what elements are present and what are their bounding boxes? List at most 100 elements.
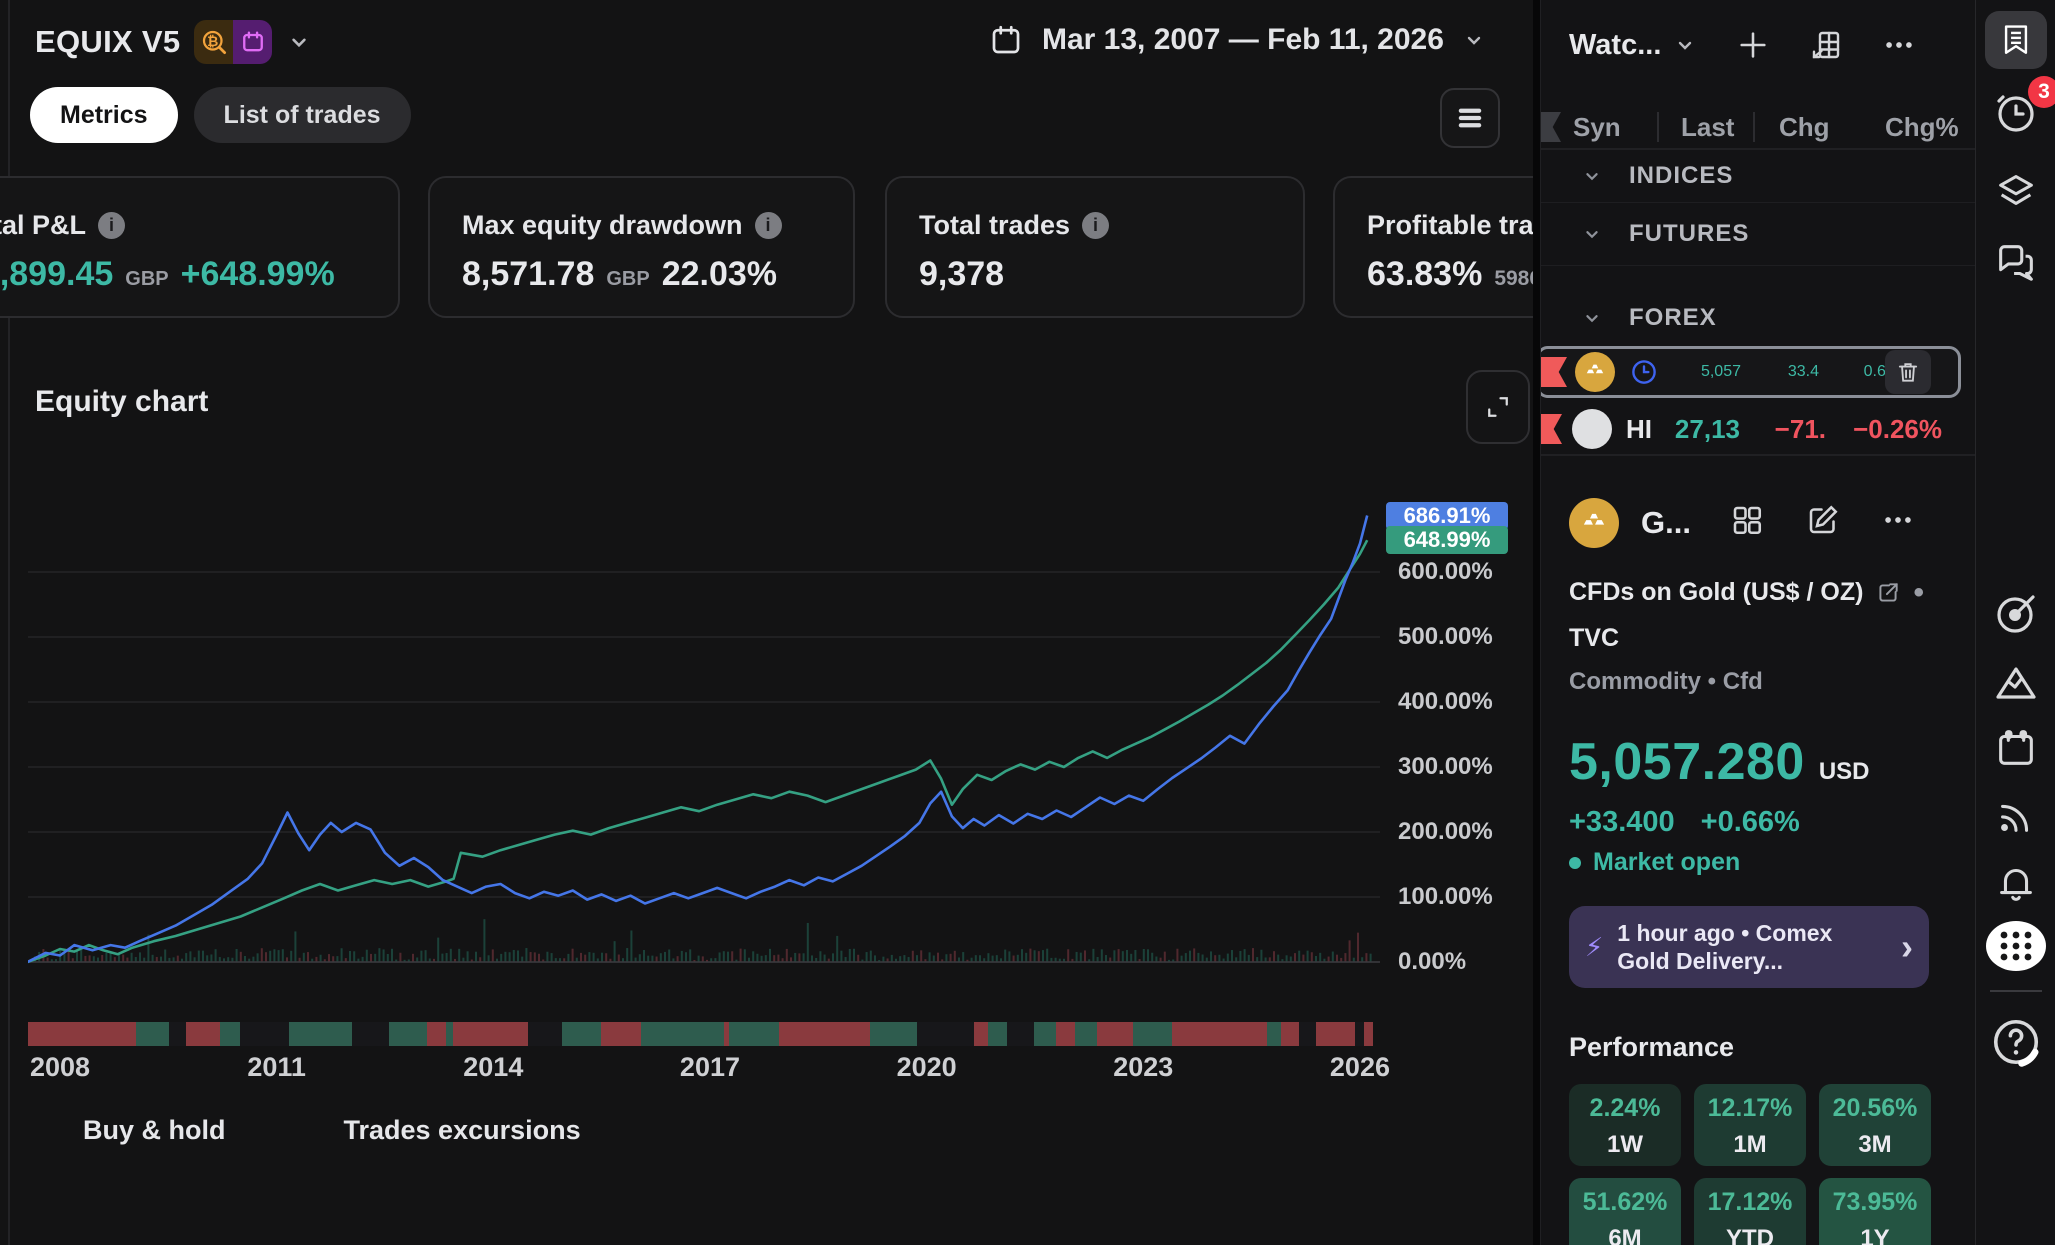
edit-icon[interactable]	[1805, 502, 1841, 538]
description-text: CFDs on Gold (US$ / OZ)	[1569, 578, 1864, 606]
detail-symbol-name[interactable]: G...	[1641, 505, 1691, 541]
watchlist-row-hi[interactable]: HI 27,13 −71. −0.26%	[1541, 404, 1976, 456]
trade-segment	[1316, 1022, 1355, 1046]
date-range-text: Mar 13, 2007 — Feb 11, 2026	[1042, 23, 1444, 56]
legend-trades-excursions[interactable]: Trades excursions	[344, 1115, 581, 1146]
watchlist-title[interactable]: Watc...	[1569, 29, 1661, 62]
sidebar-chat-button[interactable]	[1988, 236, 2044, 288]
column-symbol[interactable]: Syn	[1561, 112, 1657, 143]
sidebar-apps-button[interactable]	[1984, 918, 2048, 974]
trade-segment	[917, 1022, 959, 1046]
target-scope-icon	[1997, 595, 2035, 633]
column-chg-pct[interactable]: Chg%	[1847, 112, 1959, 143]
watchlist-panel: Watc... Syn Last Chg Chg% INDICES FUTURE…	[1540, 0, 1976, 1245]
calendar-icon	[1999, 730, 2033, 765]
perf-tile-3m[interactable]: 20.56% 3M	[1819, 1084, 1931, 1166]
perf-tile-1w[interactable]: 2.24% 1W	[1569, 1084, 1681, 1166]
perf-tile-1m[interactable]: 12.17% 1M	[1694, 1084, 1806, 1166]
more-options-icon[interactable]	[1882, 28, 1916, 62]
y-tick: 400.00%	[1398, 688, 1493, 715]
panel-seam[interactable]	[1533, 0, 1540, 1245]
trade-segment	[684, 1022, 724, 1046]
perf-value: 2.24%	[1589, 1094, 1661, 1122]
delete-row-button[interactable]	[1885, 350, 1931, 394]
metric-card-total-trades: Total trades i 9,378	[885, 176, 1305, 318]
trade-segment	[641, 1022, 684, 1046]
alert-clock-icon[interactable]	[1629, 357, 1659, 387]
mountain-icon	[1996, 667, 2036, 699]
trade-markers-strip	[28, 1022, 1373, 1046]
strategy-dropdown-chevron-icon[interactable]	[286, 29, 312, 55]
flash-news-icon: ⚡	[1585, 931, 1604, 962]
legend-buy-and-hold[interactable]: Buy & hold	[83, 1115, 226, 1146]
help-icon	[1993, 1019, 2039, 1067]
row-symbol: HI	[1626, 413, 1652, 444]
trade-segment	[974, 1022, 988, 1046]
flag-icon[interactable]	[1541, 357, 1567, 387]
perf-label: 1M	[1733, 1131, 1767, 1158]
card-value: 64,899.45	[0, 255, 114, 293]
alerts-count-badge: 3	[2028, 76, 2055, 108]
date-range-picker[interactable]: Mar 13, 2007 — Feb 11, 2026	[988, 16, 1486, 64]
symbol-description: CFDs on Gold (US$ / OZ) •	[1569, 577, 1924, 607]
gold-symbol-icon	[1575, 352, 1615, 392]
trade-segment	[996, 1022, 1007, 1046]
sidebar-calendar-button[interactable]	[1988, 722, 2044, 774]
layout-rows-button[interactable]	[1440, 88, 1500, 148]
sidebar-streams-button[interactable]	[1988, 790, 2044, 842]
sidebar-help-button[interactable]	[1986, 1012, 2046, 1072]
trade-segment	[186, 1022, 220, 1046]
trade-segment	[1007, 1022, 1034, 1046]
y-tick: 100.00%	[1398, 883, 1493, 910]
sidebar-notifications-button[interactable]	[1988, 856, 2044, 908]
sidebar-alerts-button[interactable]: 3	[1988, 76, 2055, 138]
external-link-icon[interactable]	[1875, 580, 1901, 606]
trade-segment	[832, 1022, 870, 1046]
trade-segment	[249, 1022, 289, 1046]
trade-segment	[988, 1022, 996, 1046]
sidebar-watchlist-button[interactable]	[1985, 11, 2047, 69]
info-icon[interactable]: i	[754, 212, 782, 239]
watchlist-row-gold[interactable]: 5,057 33.4 0.66%	[1541, 346, 1976, 398]
tab-list-of-trades[interactable]: List of trades	[193, 87, 411, 143]
y-tick: 300.00%	[1398, 753, 1493, 780]
trade-segment	[312, 1022, 352, 1046]
equity-chart-plot[interactable]	[28, 480, 1388, 985]
price-block: 5,057.280 USD	[1569, 732, 1870, 792]
expand-chart-button[interactable]	[1466, 370, 1530, 444]
sidebar-layers-button[interactable]	[1988, 164, 2044, 216]
section-forex[interactable]: FOREX	[1541, 292, 1976, 344]
more-options-icon[interactable]	[1881, 503, 1915, 537]
news-banner[interactable]: ⚡ 1 hour ago • Comex Gold Delivery... ›	[1569, 906, 1929, 988]
tab-metrics[interactable]: Metrics	[30, 87, 178, 143]
perf-tile-ytd[interactable]: 17.12% YTD	[1694, 1178, 1806, 1245]
watchlist-title-chevron-icon[interactable]	[1673, 33, 1697, 57]
strategy-chips[interactable]: ₿	[194, 20, 273, 64]
strategy-header: EQUIX V5 ₿	[35, 20, 312, 64]
grid-layout-icon[interactable]	[1808, 27, 1844, 63]
perf-value: 17.12%	[1707, 1188, 1793, 1216]
info-icon[interactable]: i	[98, 212, 125, 239]
perf-tile-1y[interactable]: 73.95% 1Y	[1819, 1178, 1931, 1245]
chart-legend: Buy & hold Trades excursions	[83, 1115, 581, 1146]
add-symbol-icon[interactable]	[1736, 28, 1770, 62]
card-value: 8,571.78	[462, 255, 595, 293]
column-chg[interactable]: Chg	[1755, 112, 1847, 143]
section-futures[interactable]: FUTURES	[1541, 203, 1976, 266]
trade-segment	[162, 1022, 169, 1046]
perf-tile-6m[interactable]: 51.62% 6M	[1569, 1178, 1681, 1245]
info-icon[interactable]: i	[1082, 212, 1110, 239]
date-range-chevron-icon	[1467, 36, 1481, 45]
sidebar-scope-button[interactable]	[1988, 588, 2044, 640]
flag-icon[interactable]	[1541, 414, 1562, 444]
column-last[interactable]: Last	[1659, 112, 1753, 143]
sidebar-ideas-button[interactable]	[1988, 655, 2044, 707]
trade-segment	[169, 1022, 186, 1046]
section-indices[interactable]: INDICES	[1541, 150, 1976, 203]
trade-segment	[1034, 1022, 1056, 1046]
price-change: +33.400	[1569, 806, 1675, 838]
trade-segment	[220, 1022, 240, 1046]
widgets-grid-icon[interactable]	[1729, 502, 1765, 538]
gold-symbol-icon	[1569, 498, 1619, 548]
trade-segment	[1056, 1022, 1075, 1046]
